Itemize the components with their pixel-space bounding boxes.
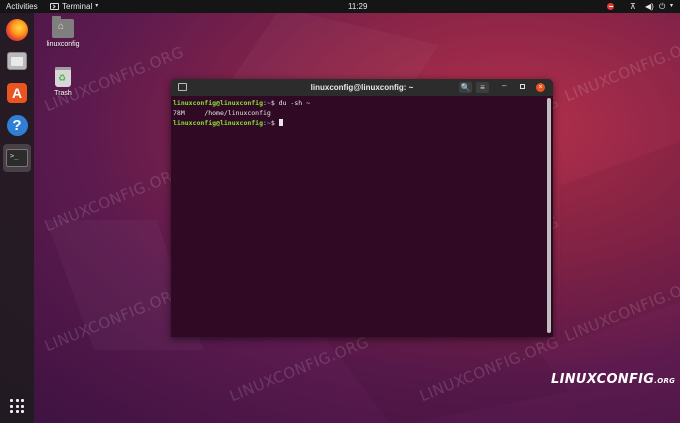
terminal-line: linuxconfig@linuxconfig:~$ du -sh ~ — [173, 98, 545, 108]
minimize-button[interactable]: – — [502, 81, 506, 90]
top-bar: Activities Terminal ▾ 11:29 ⊼ ◀) ⏻ ▾ — [0, 0, 680, 13]
linuxconfig-logo: LINUXCONFIG.ORG — [551, 372, 675, 387]
close-button[interactable]: × — [536, 83, 545, 92]
command-text: $ — [270, 119, 279, 127]
volume-icon[interactable]: ◀) — [645, 0, 654, 13]
app-menu-label: Terminal — [62, 2, 93, 11]
system-menu-chevron-icon[interactable]: ▾ — [670, 0, 673, 13]
software-store-icon: A — [7, 83, 27, 103]
files-icon — [7, 52, 27, 70]
dock-item-software[interactable]: A — [3, 79, 31, 107]
home-folder-icon — [52, 16, 74, 38]
terminal-window[interactable]: linuxconfig@linuxconfig: ~ 🔍 ≡ – × linux… — [171, 79, 553, 337]
power-icon[interactable]: ⏻ — [659, 0, 665, 13]
desktop-home-folder[interactable]: linuxconfig — [38, 16, 88, 48]
help-icon: ? — [6, 114, 28, 136]
activities-button[interactable]: Activities — [6, 0, 38, 13]
logo-suffix: .ORG — [654, 377, 676, 385]
terminal-line: 78M /home/linuxconfig — [173, 108, 545, 118]
show-applications-icon[interactable] — [10, 399, 24, 413]
chevron-down-icon: ▾ — [95, 3, 99, 9]
desktop-icon-label: linuxconfig — [46, 41, 80, 48]
hamburger-menu-button[interactable]: ≡ — [476, 82, 489, 93]
dock-item-firefox[interactable] — [3, 16, 31, 44]
text-cursor — [278, 119, 283, 126]
logo-main: LINUXCONFIG — [551, 372, 655, 387]
terminal-app-icon — [50, 3, 59, 10]
app-menu-button[interactable]: Terminal ▾ — [50, 0, 98, 13]
prompt-user: linuxconfig@linuxconfig — [173, 119, 264, 127]
window-title: linuxconfig@linuxconfig: ~ — [310, 83, 414, 92]
terminal-header-bar[interactable]: linuxconfig@linuxconfig: ~ 🔍 ≡ – × — [171, 79, 553, 96]
desktop-icon-label: Trash — [54, 90, 72, 97]
prompt-user: linuxconfig@linuxconfig — [173, 99, 264, 107]
terminal-icon: >_ — [6, 149, 28, 167]
network-icon[interactable]: ⊼ — [630, 0, 636, 13]
dock-item-terminal[interactable]: >_ — [3, 144, 31, 172]
maximize-button[interactable] — [520, 84, 525, 89]
trash-icon — [55, 67, 71, 87]
wallpaper-facet — [560, 134, 680, 346]
dock-item-files[interactable] — [3, 47, 31, 75]
dock: A ? >_ — [0, 13, 34, 423]
clock[interactable]: 11:29 — [348, 0, 367, 13]
dock-item-help[interactable]: ? — [3, 111, 31, 139]
recording-indicator-icon[interactable] — [607, 3, 614, 10]
terminal-line: linuxconfig@linuxconfig:~$ — [173, 118, 545, 128]
command-text: $ du -sh ~ — [270, 99, 310, 107]
scrollbar[interactable] — [547, 98, 551, 333]
desktop-trash[interactable]: Trash — [38, 67, 88, 97]
firefox-icon — [6, 19, 28, 41]
terminal-output[interactable]: linuxconfig@linuxconfig:~$ du -sh ~ 78M … — [173, 98, 545, 334]
command-output: 78M /home/linuxconfig — [173, 109, 271, 117]
search-button[interactable]: 🔍 — [459, 82, 472, 93]
watermark: LINUXCONFIG.ORG — [562, 32, 680, 106]
